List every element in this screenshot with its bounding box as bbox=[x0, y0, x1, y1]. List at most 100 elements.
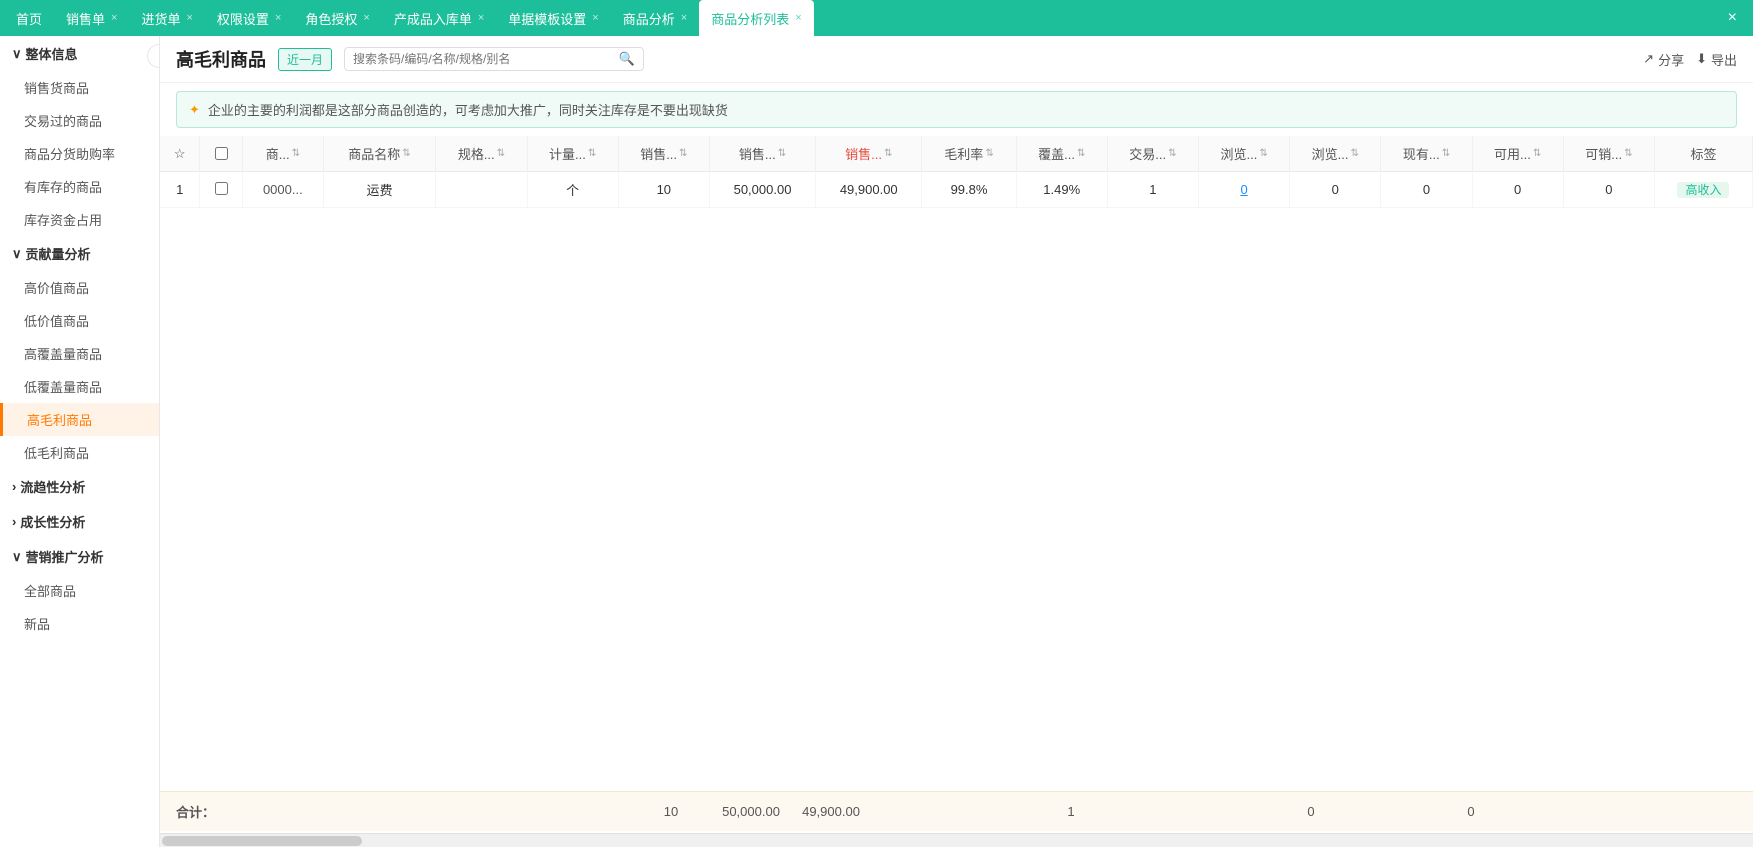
tab-sales-close[interactable]: × bbox=[111, 12, 117, 24]
footer-empty7 bbox=[951, 804, 1031, 819]
footer-sales-qty: 10 bbox=[631, 804, 711, 819]
window-close-button[interactable]: × bbox=[1716, 9, 1749, 27]
content-header: 高毛利商品 近一月 🔍 ↗ 分享 ⬇ 导出 bbox=[160, 36, 1753, 83]
footer-stock-avail bbox=[1351, 804, 1431, 819]
col-name[interactable]: 商品名称 ⇅ bbox=[323, 136, 436, 172]
export-button[interactable]: ⬇ 导出 bbox=[1696, 50, 1737, 69]
col-coverage[interactable]: 覆盖... ⇅ bbox=[1016, 136, 1107, 172]
tab-home[interactable]: 首页 bbox=[4, 0, 54, 36]
tab-template[interactable]: 单据模板设置 × bbox=[496, 0, 610, 36]
time-filter-badge[interactable]: 近一月 bbox=[278, 48, 332, 71]
tab-sales[interactable]: 销售单 × bbox=[54, 0, 129, 36]
export-icon: ⬇ bbox=[1696, 51, 1707, 67]
sort-icon-sales-qty: ⇅ bbox=[679, 148, 687, 159]
col-stock-sell[interactable]: 可销... ⇅ bbox=[1563, 136, 1654, 172]
footer-sales-cost: 49,900.00 bbox=[791, 804, 871, 819]
sidebar-item-low-coverage[interactable]: 低覆盖量商品 bbox=[0, 370, 159, 403]
sidebar-item-high-margin[interactable]: 高毛利商品 bbox=[0, 403, 159, 436]
horizontal-scrollbar[interactable] bbox=[160, 833, 1753, 847]
footer-stock-sell: 0 bbox=[1431, 804, 1511, 819]
footer-empty2 bbox=[311, 804, 391, 819]
footer-sales-amount: 50,000.00 bbox=[711, 804, 791, 819]
sort-icon-stock-avail: ⇅ bbox=[1533, 148, 1541, 159]
col-star: ☆ bbox=[160, 136, 200, 172]
col-sales-qty[interactable]: 销售... ⇅ bbox=[618, 136, 709, 172]
sidebar-item-low-value[interactable]: 低价值商品 bbox=[0, 304, 159, 337]
cell-coverage: 1.49% bbox=[1016, 172, 1107, 208]
sort-icon-views2: ⇅ bbox=[1351, 148, 1359, 159]
col-gross-rate[interactable]: 毛利率 ⇅ bbox=[922, 136, 1016, 172]
col-code[interactable]: 商... ⇅ bbox=[243, 136, 324, 172]
sidebar-item-all-goods[interactable]: 全部商品 bbox=[0, 574, 159, 607]
tab-produce[interactable]: 产成品入库单 × bbox=[382, 0, 496, 36]
sidebar-item-high-value[interactable]: 高价值商品 bbox=[0, 271, 159, 304]
scrollbar-thumb[interactable] bbox=[162, 836, 362, 846]
tab-analysis[interactable]: 商品分析 × bbox=[611, 0, 699, 36]
sort-icon-name: ⇅ bbox=[402, 148, 410, 159]
cell-stock-cur: 0 bbox=[1381, 172, 1472, 208]
sort-icon-unit: ⇅ bbox=[588, 148, 596, 159]
col-trades[interactable]: 交易... ⇅ bbox=[1107, 136, 1198, 172]
info-icon: ✦ bbox=[189, 102, 200, 118]
sort-icon-stock-cur: ⇅ bbox=[1442, 148, 1450, 159]
cell-stock-sell: 0 bbox=[1563, 172, 1654, 208]
share-button[interactable]: ↗ 分享 bbox=[1643, 50, 1684, 69]
sort-icon-views1: ⇅ bbox=[1259, 148, 1267, 159]
tab-analysis-list[interactable]: 商品分析列表 × bbox=[699, 0, 813, 36]
col-views2[interactable]: 浏览... ⇅ bbox=[1290, 136, 1381, 172]
sidebar-group-overall[interactable]: ∨ 整体信息 bbox=[0, 36, 159, 71]
sidebar-item-new-goods[interactable]: 新品 bbox=[0, 607, 159, 640]
sidebar-item-in-stock[interactable]: 有库存的商品 bbox=[0, 170, 159, 203]
sidebar-item-purchase-rate[interactable]: 商品分货助购率 bbox=[0, 137, 159, 170]
cell-code[interactable]: 0000... bbox=[243, 172, 324, 208]
cell-seq: 1 bbox=[160, 172, 200, 208]
cell-tag: 高收入 bbox=[1654, 172, 1752, 208]
search-icon[interactable]: 🔍 bbox=[619, 51, 635, 67]
col-spec[interactable]: 规格... ⇅ bbox=[436, 136, 527, 172]
footer-trades: 1 bbox=[1031, 804, 1111, 819]
cell-check[interactable] bbox=[200, 172, 243, 208]
tab-permission-close[interactable]: × bbox=[275, 12, 281, 24]
col-stock-cur[interactable]: 现有... ⇅ bbox=[1381, 136, 1472, 172]
cell-views1[interactable]: 0 bbox=[1199, 172, 1290, 208]
sidebar-item-stock-fund[interactable]: 库存资金占用 bbox=[0, 203, 159, 236]
sidebar-item-low-margin[interactable]: 低毛利商品 bbox=[0, 436, 159, 469]
sidebar: 《 ∨ 整体信息 销售货商品 交易过的商品 商品分货助购率 有库存的商品 库存资… bbox=[0, 36, 160, 847]
sidebar-item-sales-goods[interactable]: 销售货商品 bbox=[0, 71, 159, 104]
tab-permission[interactable]: 权限设置 × bbox=[205, 0, 293, 36]
footer-empty1 bbox=[231, 804, 311, 819]
tab-analysis-close[interactable]: × bbox=[681, 12, 687, 24]
col-tag: 标签 bbox=[1654, 136, 1752, 172]
tab-role[interactable]: 角色授权 × bbox=[293, 0, 381, 36]
sidebar-group-marketing[interactable]: ∨ 营销推广分析 bbox=[0, 539, 159, 574]
cell-trades: 1 bbox=[1107, 172, 1198, 208]
sidebar-group-growth[interactable]: › 成长性分析 bbox=[0, 504, 159, 539]
col-sales-amount[interactable]: 销售... ⇅ bbox=[709, 136, 815, 172]
col-stock-avail[interactable]: 可用... ⇅ bbox=[1472, 136, 1563, 172]
sort-icon-trades: ⇅ bbox=[1168, 148, 1176, 159]
search-input[interactable] bbox=[353, 52, 613, 66]
sidebar-group-contribution[interactable]: ∨ 贡献量分析 bbox=[0, 236, 159, 271]
cell-name: 运费 bbox=[323, 172, 436, 208]
select-all-checkbox[interactable] bbox=[215, 147, 228, 160]
tab-role-close[interactable]: × bbox=[363, 12, 369, 24]
data-table: ☆ 商... ⇅ 商品名称 bbox=[160, 136, 1753, 208]
footer-cells: 10 50,000.00 49,900.00 1 0 0 bbox=[231, 804, 1737, 819]
sidebar-item-traded-goods[interactable]: 交易过的商品 bbox=[0, 104, 159, 137]
footer-empty5 bbox=[551, 804, 631, 819]
sidebar-item-high-coverage[interactable]: 高覆盖量商品 bbox=[0, 337, 159, 370]
col-unit[interactable]: 计量... ⇅ bbox=[527, 136, 618, 172]
content-area: 高毛利商品 近一月 🔍 ↗ 分享 ⬇ 导出 ✦ 企业的主要的利润都是这部分商品创… bbox=[160, 36, 1753, 847]
tab-analysis-list-close[interactable]: × bbox=[795, 12, 801, 24]
col-check[interactable] bbox=[200, 136, 243, 172]
sidebar-group-trend[interactable]: › 流趋性分析 bbox=[0, 469, 159, 504]
info-banner: ✦ 企业的主要的利润都是这部分商品创造的，可考虑加大推广，同时关注库存是不要出现… bbox=[176, 91, 1737, 128]
tab-purchase[interactable]: 进货单 × bbox=[129, 0, 204, 36]
tab-template-close[interactable]: × bbox=[592, 12, 598, 24]
tab-produce-close[interactable]: × bbox=[478, 12, 484, 24]
tab-purchase-close[interactable]: × bbox=[186, 12, 192, 24]
row-checkbox[interactable] bbox=[215, 182, 228, 195]
col-sales-cost[interactable]: 销售... ⇅ bbox=[816, 136, 922, 172]
sort-icon-sales-cost: ⇅ bbox=[884, 148, 892, 159]
col-views1[interactable]: 浏览... ⇅ bbox=[1199, 136, 1290, 172]
